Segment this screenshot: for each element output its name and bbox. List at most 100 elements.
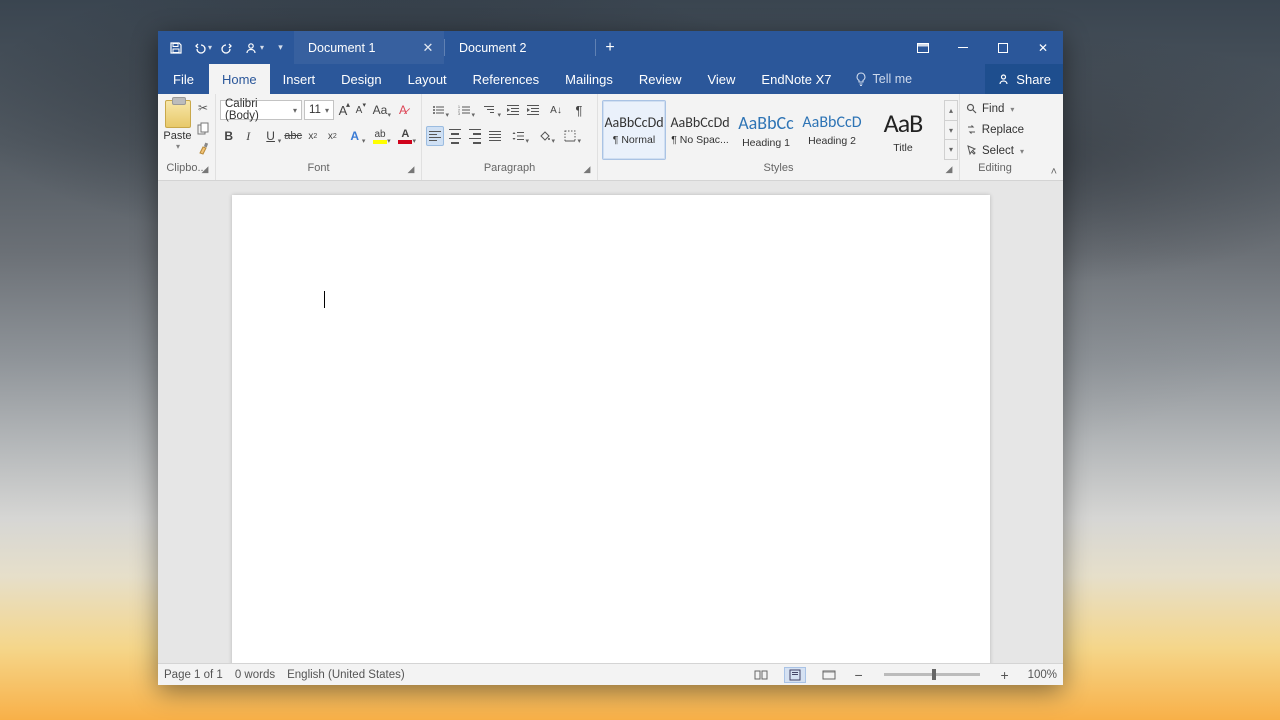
multilevel-list-button[interactable]: ▾ — [478, 100, 502, 120]
bold-button[interactable]: B — [220, 126, 237, 146]
dialog-launcher-clipboard[interactable]: ◢ — [199, 163, 211, 175]
status-words[interactable]: 0 words — [235, 669, 275, 681]
style-heading-1[interactable]: AaBbCcHeading 1 — [734, 100, 798, 160]
titlebar: ▾ ▾ ▾ Document 1 ✕ Document 2 + ✕ — [158, 31, 1063, 64]
borders-button[interactable]: ▾ — [558, 126, 582, 146]
tab-design[interactable]: Design — [328, 64, 394, 94]
tab-insert[interactable]: Insert — [270, 64, 329, 94]
subscript-button[interactable]: x2 — [304, 126, 321, 146]
cut-button[interactable]: ✂ — [195, 100, 211, 116]
touch-mode-button[interactable]: ▾ — [244, 36, 264, 60]
dialog-launcher-styles[interactable]: ◢ — [943, 163, 955, 175]
group-paragraph: ▾ 123▾ ▾ A↓ ¶ ▾ ▾ — [422, 94, 598, 180]
tab-home[interactable]: Home — [209, 64, 270, 94]
maximize-button[interactable] — [983, 31, 1023, 64]
dialog-launcher-paragraph[interactable]: ◢ — [581, 163, 593, 175]
tab-view[interactable]: View — [694, 64, 748, 94]
ribbon-display-options-button[interactable] — [903, 31, 943, 64]
tell-me-search[interactable]: Tell me — [845, 64, 923, 94]
align-right-button[interactable] — [466, 126, 484, 146]
multilevel-icon — [484, 105, 496, 115]
dialog-launcher-font[interactable]: ◢ — [405, 163, 417, 175]
gallery-up-button[interactable]: ▴ — [945, 101, 957, 121]
align-center-button[interactable] — [446, 126, 464, 146]
web-layout-button[interactable] — [818, 667, 840, 683]
close-tab-button[interactable]: ✕ — [420, 40, 436, 56]
scissors-icon: ✂ — [198, 101, 208, 115]
clear-formatting-button[interactable]: A̷ — [394, 100, 412, 120]
line-spacing-button[interactable]: ▾ — [506, 126, 530, 146]
zoom-thumb[interactable] — [932, 669, 936, 680]
tab-layout[interactable]: Layout — [395, 64, 460, 94]
sort-button[interactable]: A↓ — [544, 100, 568, 120]
zoom-level[interactable]: 100% — [1028, 669, 1057, 681]
show-paragraph-marks-button[interactable]: ¶ — [570, 100, 588, 120]
new-tab-button[interactable]: + — [596, 31, 624, 64]
save-button[interactable] — [166, 36, 186, 60]
highlight-button[interactable]: ab▾ — [368, 126, 391, 146]
replace-button[interactable]: Replace — [964, 121, 1026, 139]
minimize-button[interactable] — [943, 31, 983, 64]
gallery-more-button[interactable]: ▾ — [945, 140, 957, 159]
change-case-button[interactable]: Aa▾ — [368, 100, 392, 120]
collapse-ribbon-button[interactable]: ˄ — [1051, 166, 1057, 178]
zoom-out-button[interactable]: − — [852, 667, 866, 683]
text-effects-button[interactable]: A▾ — [343, 126, 366, 146]
numbering-button[interactable]: 123▾ — [452, 100, 476, 120]
style-normal[interactable]: AaBbCcDd¶ Normal — [602, 100, 666, 160]
shrink-font-button[interactable]: A▾ — [352, 100, 366, 120]
undo-button[interactable]: ▾ — [192, 36, 212, 60]
copy-icon — [197, 122, 210, 135]
italic-button[interactable]: I — [239, 126, 256, 146]
close-window-button[interactable]: ✕ — [1023, 31, 1063, 64]
minimize-icon — [958, 47, 968, 48]
paste-label: Paste — [163, 130, 191, 142]
document-area[interactable] — [158, 181, 1063, 663]
status-language[interactable]: English (United States) — [287, 669, 405, 681]
zoom-slider[interactable] — [884, 673, 980, 676]
superscript-button[interactable]: x2 — [324, 126, 341, 146]
increase-indent-button[interactable] — [524, 100, 542, 120]
style-title[interactable]: AaBTitle — [866, 100, 940, 160]
underline-button[interactable]: U▾ — [259, 126, 282, 146]
format-painter-button[interactable] — [195, 140, 211, 156]
group-label-paragraph: Paragraph◢ — [422, 162, 597, 180]
align-left-button[interactable] — [426, 126, 444, 146]
zoom-in-button[interactable]: + — [998, 667, 1012, 683]
font-name-combo[interactable]: Calibri (Body)▾ — [220, 100, 302, 120]
replace-icon — [966, 124, 978, 136]
read-mode-button[interactable] — [750, 667, 772, 683]
tab-endnote[interactable]: EndNote X7 — [748, 64, 844, 94]
grow-font-button[interactable]: A▴ — [336, 100, 350, 120]
file-tab[interactable]: File — [158, 64, 209, 94]
redo-button[interactable] — [218, 36, 238, 60]
decrease-indent-button[interactable] — [504, 100, 522, 120]
shading-button[interactable]: ▾ — [532, 126, 556, 146]
tab-mailings[interactable]: Mailings — [552, 64, 626, 94]
chevron-down-icon: ▾ — [387, 137, 391, 145]
share-button[interactable]: Share — [985, 64, 1063, 94]
style-no-spacing[interactable]: AaBbCcDd¶ No Spac... — [668, 100, 732, 160]
gallery-down-button[interactable]: ▾ — [945, 121, 957, 141]
tab-review[interactable]: Review — [626, 64, 695, 94]
status-page[interactable]: Page 1 of 1 — [164, 669, 223, 681]
document-tab-2[interactable]: Document 2 — [445, 31, 595, 64]
bullets-button[interactable]: ▾ — [426, 100, 450, 120]
redo-icon — [220, 40, 236, 56]
document-tab-label: Document 1 — [308, 41, 375, 55]
strikethrough-button[interactable]: abc — [284, 126, 302, 146]
select-button[interactable]: Select▾ — [964, 142, 1026, 160]
document-tab-1[interactable]: Document 1 ✕ — [294, 31, 444, 64]
align-left-icon — [429, 129, 441, 143]
font-size-combo[interactable]: 11▾ — [304, 100, 334, 120]
copy-button[interactable] — [195, 120, 211, 136]
find-button[interactable]: Find▾ — [964, 100, 1026, 118]
justify-button[interactable] — [486, 126, 504, 146]
tab-references[interactable]: References — [460, 64, 552, 94]
customize-qat-button[interactable]: ▾ — [270, 36, 290, 60]
page[interactable] — [232, 195, 990, 663]
style-heading-2[interactable]: AaBbCcDHeading 2 — [800, 100, 864, 160]
print-layout-button[interactable] — [784, 667, 806, 683]
font-color-button[interactable]: A▾ — [394, 126, 417, 146]
paste-button[interactable]: Paste ▾ — [162, 98, 193, 160]
